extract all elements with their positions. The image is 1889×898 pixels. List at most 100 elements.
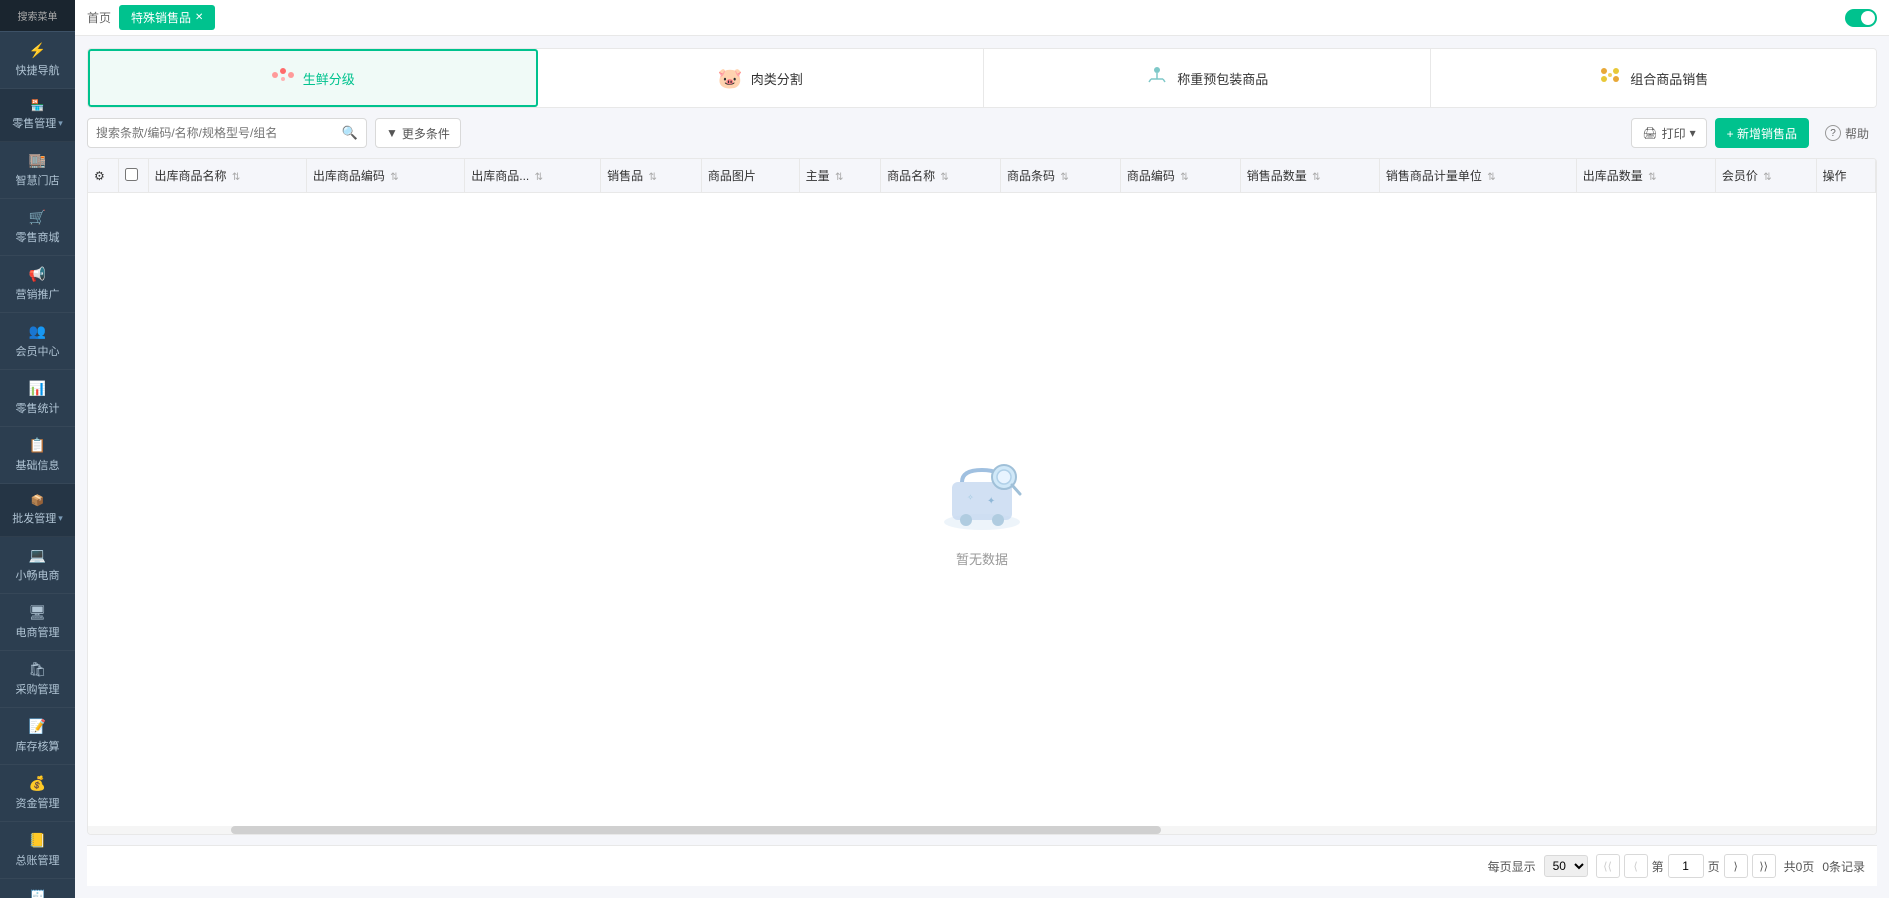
tab-weighed-prepack[interactable]: 称重预包装商品 <box>984 49 1431 107</box>
sidebar-item-smart-store[interactable]: 🏬 智慧门店 <box>0 142 75 199</box>
print-label: 打印 <box>1662 125 1686 142</box>
th-warehouse-item-name[interactable]: 出库商品名称 ⇅ <box>148 159 306 193</box>
prev-page-button[interactable]: ⟨ <box>1624 854 1648 878</box>
sidebar-item-label: 库存核算 <box>16 738 60 754</box>
combo-goods-label: 组合商品销售 <box>1630 69 1708 88</box>
tab-fresh-grading[interactable]: 生鲜分级 <box>88 49 538 107</box>
sort-icon[interactable]: ⇅ <box>940 172 948 183</box>
select-all-checkbox[interactable] <box>125 168 138 181</box>
toggle-switch[interactable] <box>1845 9 1877 27</box>
sort-icon[interactable]: ⇅ <box>535 172 543 183</box>
sidebar-item-ecommerce-mgmt[interactable]: 🖥 电商管理 <box>0 594 75 651</box>
tab-meat-cutting[interactable]: 🐷 肉类分割 <box>538 49 985 107</box>
sort-icon[interactable]: ⇅ <box>1763 172 1771 183</box>
sidebar-item-inventory-calc[interactable]: 📝 库存核算 <box>0 708 75 765</box>
sidebar-item-label: 资金管理 <box>16 795 60 811</box>
inventory-calc-icon: 📝 <box>29 718 46 735</box>
sort-icon[interactable]: ⇅ <box>1180 172 1188 183</box>
th-product-code[interactable]: 商品编码 ⇅ <box>1120 159 1240 193</box>
finance-mgmt-icon: 💰 <box>29 775 46 792</box>
th-sales-unit[interactable]: 销售商品计量单位 ⇅ <box>1379 159 1576 193</box>
scrollbar-thumb[interactable] <box>231 826 1161 834</box>
tab-combo-goods[interactable]: 组合商品销售 <box>1431 49 1877 107</box>
sort-icon[interactable]: ⇅ <box>1487 172 1495 183</box>
per-page-label: 每页显示 <box>1488 858 1536 875</box>
th-product-name[interactable]: 商品名称 ⇅ <box>881 159 1001 193</box>
filter-label: 更多条件 <box>402 125 450 142</box>
svg-text:✦: ✦ <box>987 496 995 507</box>
th-product-image[interactable]: 商品图片 <box>701 159 799 193</box>
search-box[interactable]: 🔍 <box>87 118 367 148</box>
th-product-barcode[interactable]: 商品条码 ⇅ <box>1000 159 1120 193</box>
th-check[interactable] <box>118 159 148 193</box>
sort-icon[interactable]: ⇅ <box>390 172 398 183</box>
help-button[interactable]: ? 帮助 <box>1817 118 1877 148</box>
sidebar-item-invoice-mgmt[interactable]: 🧾 发票管理 <box>0 879 75 898</box>
home-breadcrumb[interactable]: 首页 <box>87 9 111 26</box>
ecommerce-mgmt-icon: 🖥 <box>29 604 47 621</box>
empty-text: 暂无数据 <box>956 549 1008 568</box>
horizontal-scrollbar[interactable] <box>88 826 1876 834</box>
weighed-prepack-icon <box>1145 65 1169 91</box>
sidebar-item-purchase-mgmt[interactable]: 🛍 采购管理 <box>0 651 75 708</box>
sidebar-item-xc-ecommerce[interactable]: 💻 小畅电商 <box>0 537 75 594</box>
th-warehouse-item-3[interactable]: 出库商品... ⇅ <box>465 159 601 193</box>
th-sales-item[interactable]: 销售品 ⇅ <box>601 159 702 193</box>
th-sales-quantity[interactable]: 销售品数量 ⇅ <box>1240 159 1379 193</box>
retail-stats-icon: 📊 <box>29 380 46 397</box>
sidebar-item-label: 会员中心 <box>16 343 60 359</box>
function-tabs: 生鲜分级 🐷 肉类分割 称重预包装商品 <box>87 48 1877 108</box>
search-icon[interactable]: 🔍 <box>342 125 358 141</box>
page-area: 生鲜分级 🐷 肉类分割 称重预包装商品 <box>75 36 1889 898</box>
tab-close-icon[interactable]: ✕ <box>195 12 203 23</box>
sidebar-item-quick-nav[interactable]: ⚡ 快捷导航 <box>0 32 75 89</box>
sidebar-item-retail-mgmt[interactable]: 🏪 零售管理▾ <box>0 89 75 142</box>
help-label: 帮助 <box>1845 125 1869 142</box>
sort-icon[interactable]: ⇅ <box>1312 172 1320 183</box>
sidebar-item-marketing[interactable]: 📢 营销推广 <box>0 256 75 313</box>
search-input[interactable] <box>96 126 338 140</box>
filter-icon: ▼ <box>386 126 398 140</box>
sidebar-item-basic-info-1[interactable]: 📋 基础信息 <box>0 427 75 484</box>
sidebar-item-label: 基础信息 <box>16 457 60 473</box>
th-warehouse-quantity[interactable]: 出库品数量 ⇅ <box>1576 159 1715 193</box>
add-button[interactable]: + 新增销售品 <box>1715 118 1809 148</box>
th-gear[interactable]: ⚙ <box>88 159 118 193</box>
sidebar-item-label: 零售商城 <box>16 229 60 245</box>
sidebar-item-retail-mall[interactable]: 🛒 零售商城 <box>0 199 75 256</box>
page-input[interactable] <box>1668 854 1704 878</box>
sidebar-item-label: 小畅电商 <box>16 567 60 583</box>
first-page-button[interactable]: ⟨⟨ <box>1596 854 1620 878</box>
next-page-button[interactable]: ⟩ <box>1724 854 1748 878</box>
gear-icon[interactable]: ⚙ <box>94 169 105 183</box>
pagination-nav: ⟨⟨ ⟨ 第 页 ⟩ ⟩⟩ <box>1596 854 1776 878</box>
sidebar-item-label: 总账管理 <box>16 852 60 868</box>
sort-icon[interactable]: ⇅ <box>649 172 657 183</box>
sidebar-item-wholesale-mgmt[interactable]: 📦 批发管理▾ <box>0 484 75 537</box>
sort-icon[interactable]: ⇅ <box>232 172 240 183</box>
sidebar-item-finance-mgmt[interactable]: 💰 资金管理 <box>0 765 75 822</box>
main-content: 首页 特殊销售品 ✕ 生鲜分级 <box>75 0 1889 898</box>
sort-icon[interactable]: ⇅ <box>1648 172 1656 183</box>
svg-text:✧: ✧ <box>967 493 974 502</box>
filter-button[interactable]: ▼ 更多条件 <box>375 118 461 148</box>
sort-icon[interactable]: ⇅ <box>835 172 843 183</box>
per-page-select[interactable]: 50 <box>1544 855 1588 877</box>
sidebar-logo[interactable]: 搜索菜单 <box>0 0 75 32</box>
sort-icon[interactable]: ⇅ <box>1060 172 1068 183</box>
last-page-button[interactable]: ⟩⟩ <box>1752 854 1776 878</box>
th-member-price[interactable]: 会员价 ⇅ <box>1715 159 1816 193</box>
sidebar-item-retail-stats[interactable]: 📊 零售统计 <box>0 370 75 427</box>
active-tab[interactable]: 特殊销售品 ✕ <box>119 5 215 30</box>
sidebar-item-ledger-mgmt[interactable]: 📒 总账管理 <box>0 822 75 879</box>
quick-nav-icon: ⚡ <box>29 42 46 59</box>
retail-mall-icon: 🛒 <box>29 209 46 226</box>
sidebar-item-member-center[interactable]: 👥 会员中心 <box>0 313 75 370</box>
print-button[interactable]: 🖨 打印 ▾ <box>1631 118 1706 148</box>
th-warehouse-item-code[interactable]: 出库商品编码 ⇅ <box>306 159 464 193</box>
print-arrow-icon: ▾ <box>1690 126 1696 140</box>
th-main-quantity[interactable]: 主量 ⇅ <box>799 159 880 193</box>
sidebar-item-label: 批发管理▾ <box>12 510 63 526</box>
topbar: 首页 特殊销售品 ✕ <box>75 0 1889 36</box>
empty-state: ✦ ✧ 暂无数据 <box>88 193 1876 826</box>
